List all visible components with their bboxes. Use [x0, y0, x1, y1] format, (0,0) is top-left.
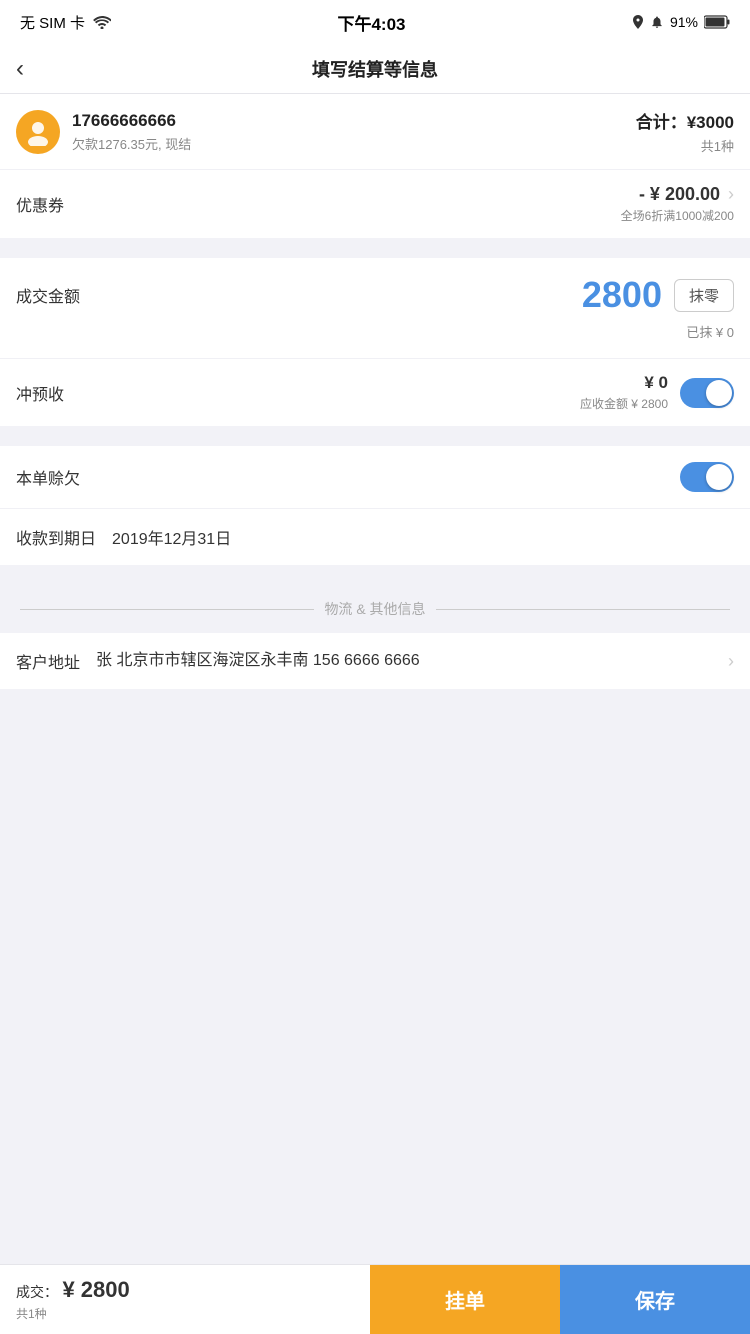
- page-title: 填写结算等信息: [312, 56, 438, 82]
- bottom-count: 共1种: [16, 1305, 354, 1322]
- amount-row: 成交金额 2800 抹零: [16, 274, 734, 316]
- address-value: 张 北京市市辖区海淀区永丰南 156 6666 6666: [96, 649, 718, 673]
- section-divider-3: [0, 575, 750, 585]
- divider-line-left: [20, 609, 314, 610]
- chevron-right-icon: ›: [728, 184, 734, 205]
- avatar-icon: [24, 118, 52, 146]
- empty-space: [0, 699, 750, 879]
- customer-total: 合计：¥3000: [636, 108, 734, 133]
- logistics-divider: 物流 & 其他信息: [0, 585, 750, 633]
- debt-label: 本单赊欠: [16, 465, 80, 489]
- prepay-row: 冲预收 ¥ 0 应收金额 ¥ 2800: [0, 358, 750, 426]
- prepay-right: ¥ 0 应收金额 ¥ 2800: [580, 373, 734, 412]
- bottom-deal-row: 成交： ¥ 2800: [16, 1277, 354, 1303]
- customer-section: 17666666666 欠款1276.35元, 现结 合计：¥3000 共1种 …: [0, 94, 750, 238]
- duedate-value: 2019年12月31日: [112, 525, 231, 549]
- duedate-row: 收款到期日 2019年12月31日: [0, 508, 750, 565]
- avatar: [16, 110, 60, 154]
- amount-inner: 成交金额 2800 抹零 已抹 ¥ 0: [0, 258, 750, 358]
- sim-status: 无 SIM 卡: [20, 12, 85, 33]
- customer-info: 17666666666 欠款1276.35元, 现结: [72, 111, 191, 153]
- prepay-toggle[interactable]: [680, 378, 734, 408]
- duedate-label: 收款到期日: [16, 525, 96, 549]
- amount-value: 2800: [582, 274, 662, 316]
- hang-button[interactable]: 挂单: [370, 1265, 560, 1334]
- coupon-right: - ¥ 200.00 ›: [639, 184, 734, 205]
- status-left: 无 SIM 卡: [20, 12, 111, 33]
- logistics-label: 物流 & 其他信息: [324, 599, 425, 619]
- debt-toggle[interactable]: [680, 462, 734, 492]
- section-divider-2: [0, 436, 750, 446]
- customer-count: 共1种: [636, 136, 734, 155]
- prepay-sub: 应收金额 ¥ 2800: [580, 395, 668, 412]
- coupon-row[interactable]: 优惠券 - ¥ 200.00 › 全场6折满1000减200: [0, 169, 750, 238]
- amount-section: 成交金额 2800 抹零 已抹 ¥ 0 冲预收 ¥ 0 应收金额 ¥ 2800: [0, 258, 750, 426]
- debt-section: 本单赊欠 收款到期日 2019年12月31日: [0, 446, 750, 565]
- debt-row: 本单赊欠: [0, 446, 750, 508]
- prepay-value: ¥ 0: [580, 373, 668, 393]
- amount-label: 成交金额: [16, 283, 80, 307]
- coupon-discount: - ¥ 200.00: [639, 184, 720, 205]
- status-right: 91%: [632, 14, 730, 30]
- address-row[interactable]: 客户地址 张 北京市市辖区海淀区永丰南 156 6666 6666 ›: [0, 633, 750, 689]
- bottom-deal-label: 成交：: [16, 1284, 58, 1300]
- round-button[interactable]: 抹零: [674, 279, 734, 312]
- prepay-label: 冲预收: [16, 381, 64, 405]
- wifi-icon: [93, 15, 111, 29]
- status-bar: 无 SIM 卡 下午4:03 91%: [0, 0, 750, 44]
- address-chevron-icon: ›: [728, 651, 734, 672]
- bottom-amount: ¥ 2800: [62, 1277, 129, 1302]
- alarm-icon: [650, 15, 664, 29]
- location-icon: [632, 15, 644, 29]
- toggle-knob: [706, 380, 732, 406]
- page-header: ‹ 填写结算等信息: [0, 44, 750, 94]
- coupon-desc: 全场6折满1000减200: [621, 207, 734, 224]
- customer-sub: 欠款1276.35元, 现结: [72, 134, 191, 153]
- prepay-value-group: ¥ 0 应收金额 ¥ 2800: [580, 373, 668, 412]
- customer-right: 合计：¥3000 共1种: [636, 108, 734, 155]
- amount-sub: 已抹 ¥ 0: [686, 325, 734, 340]
- section-divider-1: [0, 248, 750, 258]
- status-time: 下午4:03: [337, 10, 405, 35]
- back-button[interactable]: ‹: [16, 55, 24, 83]
- save-button[interactable]: 保存: [560, 1265, 750, 1334]
- amount-value-group: 2800 抹零: [582, 274, 734, 316]
- customer-row: 17666666666 欠款1276.35元, 现结 合计：¥3000 共1种: [0, 94, 750, 169]
- customer-left: 17666666666 欠款1276.35元, 现结: [16, 110, 191, 154]
- divider-line-right: [436, 609, 730, 610]
- address-section: 客户地址 张 北京市市辖区海淀区永丰南 156 6666 6666 ›: [0, 633, 750, 689]
- battery-icon: [704, 15, 730, 29]
- debt-toggle-knob: [706, 464, 732, 490]
- hang-label: 挂单: [445, 1285, 485, 1314]
- bottom-bar: 成交： ¥ 2800 共1种 挂单 保存: [0, 1264, 750, 1334]
- address-label: 客户地址: [16, 649, 86, 673]
- customer-phone: 17666666666: [72, 111, 191, 131]
- battery-text: 91%: [670, 14, 698, 30]
- save-label: 保存: [635, 1285, 675, 1314]
- bottom-info: 成交： ¥ 2800 共1种: [0, 1277, 370, 1322]
- coupon-label: 优惠券: [16, 192, 64, 216]
